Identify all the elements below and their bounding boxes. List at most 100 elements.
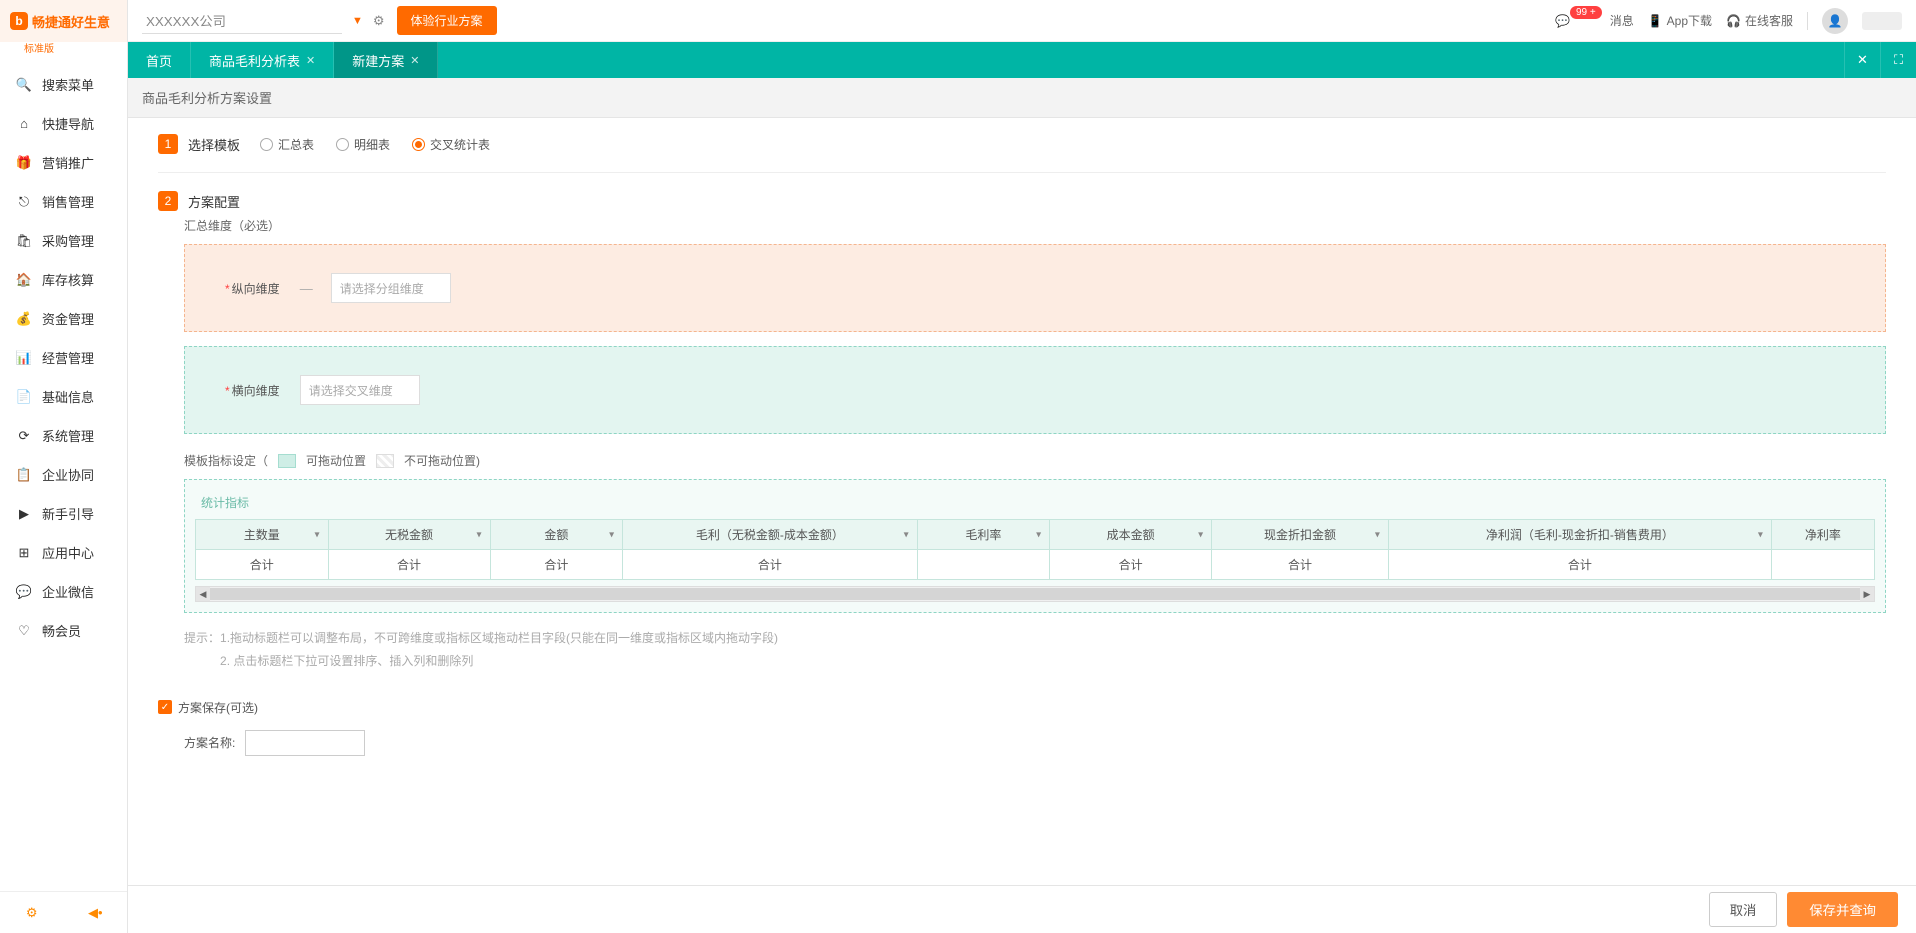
chevron-down-icon[interactable]: ▾ (315, 529, 320, 540)
chevron-down-icon[interactable]: ▾ (904, 529, 909, 540)
sidebar-item-6[interactable]: 💰资金管理 (0, 299, 127, 338)
topbar: ▼ ⚙ 体验行业方案 💬 99 + 消息 📱 App下载 🎧 在线客服 � (128, 0, 1916, 42)
vertical-dimension-select[interactable]: 请选择分组维度 (331, 273, 451, 303)
bag-icon: 🛍 (16, 233, 32, 249)
team-icon: 📋 (16, 467, 32, 483)
gear-icon: ⚙ (26, 905, 38, 921)
sidebar-item-8[interactable]: 📄基础信息 (0, 377, 127, 416)
sidebar-item-0[interactable]: 🔍搜索菜单 (0, 65, 127, 104)
tabs-bar: 首页商品毛利分析表✕新建方案✕ ✕ ⛶ (128, 42, 1916, 78)
sum-cell-8 (1771, 550, 1874, 580)
horizontal-dimension-select[interactable]: 请选择交叉维度 (300, 375, 420, 405)
refresh-icon: ⟳ (16, 428, 32, 444)
tab-expand-button[interactable]: ⛶ (1880, 42, 1916, 78)
message-badge: 99 + (1570, 6, 1602, 19)
company-settings-icon[interactable]: ⚙ (373, 13, 385, 29)
save-scheme-label: 方案保存(可选) (178, 699, 258, 716)
column-header-5[interactable]: 成本金额▾ (1050, 520, 1212, 550)
template-radio-2[interactable]: 交叉统计表 (412, 136, 490, 153)
collapse-button[interactable]: ◀• (64, 892, 128, 933)
tips: 提示：1.拖动标题栏可以调整布局，不可跨维度或指标区域拖动栏目字段(只能在同一维… (184, 627, 1886, 673)
vip-icon: ♡ (16, 623, 32, 639)
column-header-1[interactable]: 无税金额▾ (328, 520, 490, 550)
tab-close-icon[interactable]: ✕ (410, 54, 419, 67)
legend-nondraggable-icon (376, 454, 394, 468)
template-radio-1[interactable]: 明细表 (336, 136, 390, 153)
scheme-name-input[interactable] (245, 730, 365, 756)
column-header-2[interactable]: 金额▾ (490, 520, 623, 550)
footer: 取消 保存并查询 (128, 885, 1916, 933)
logo[interactable]: b 畅捷通好生意 (0, 0, 127, 42)
column-header-8[interactable]: 净利率 (1771, 520, 1874, 550)
industry-cta-button[interactable]: 体验行业方案 (397, 6, 497, 35)
column-header-3[interactable]: 毛利（无税金额-成本金额）▾ (623, 520, 918, 550)
tab-1[interactable]: 商品毛利分析表✕ (191, 42, 334, 78)
settings-button[interactable]: ⚙ (0, 892, 64, 933)
sidebar-item-12[interactable]: ⊞应用中心 (0, 533, 127, 572)
horizontal-dimension-box: *横向维度 请选择交叉维度 (184, 346, 1886, 434)
sidebar-item-10[interactable]: 📋企业协同 (0, 455, 127, 494)
scroll-left-button[interactable]: ◀ (196, 587, 210, 601)
step-1-label: 选择模板 (188, 135, 240, 154)
money-icon: 💰 (16, 311, 32, 327)
column-header-4[interactable]: 毛利率▾ (917, 520, 1050, 550)
cancel-button[interactable]: 取消 (1709, 892, 1778, 927)
sidebar-item-13[interactable]: 💬企业微信 (0, 572, 127, 611)
chevron-down-icon[interactable]: ▾ (1375, 529, 1380, 540)
mobile-icon: 📱 (1648, 14, 1663, 28)
stats-table: 主数量▾无税金额▾金额▾毛利（无税金额-成本金额）▾毛利率▾成本金额▾现金折扣金… (195, 519, 1875, 580)
horizontal-scrollbar[interactable]: ◀ ▶ (195, 586, 1875, 602)
home-icon: ⌂ (16, 116, 32, 132)
legend-row: 模板指标设定（ 可拖动位置 不可拖动位置) (184, 452, 1886, 469)
collapse-icon: ◀• (88, 905, 103, 921)
tab-close-icon[interactable]: ✕ (306, 54, 315, 67)
scroll-thumb[interactable] (210, 588, 1860, 600)
app-download-link[interactable]: 📱 App下载 (1648, 12, 1712, 29)
stats-title: 统计指标 (195, 494, 1875, 511)
tab-2[interactable]: 新建方案✕ (334, 42, 438, 78)
save-query-button[interactable]: 保存并查询 (1787, 892, 1898, 927)
sidebar-item-7[interactable]: 📊经营管理 (0, 338, 127, 377)
sum-cell-7: 合计 (1388, 550, 1771, 580)
save-scheme-checkbox[interactable]: ✓ (158, 700, 172, 714)
vertical-dimension-box: *纵向维度 — 请选择分组维度 (184, 244, 1886, 332)
sidebar-item-5[interactable]: 🏠库存核算 (0, 260, 127, 299)
step-2-label: 方案配置 (188, 192, 240, 211)
avatar[interactable]: 👤 (1822, 8, 1848, 34)
logo-edition: 标准版 (0, 40, 127, 55)
company-select[interactable] (142, 8, 342, 34)
sidebar-item-9[interactable]: ⟳系统管理 (0, 416, 127, 455)
step-1-badge: 1 (158, 134, 178, 154)
template-radio-0[interactable]: 汇总表 (260, 136, 314, 153)
step-2-badge: 2 (158, 191, 178, 211)
messages-link[interactable]: 💬 99 + 消息 (1555, 12, 1634, 29)
sidebar-item-11[interactable]: ▶新手引导 (0, 494, 127, 533)
warehouse-icon: 🏠 (16, 272, 32, 288)
sum-cell-4 (917, 550, 1050, 580)
app-icon: ⊞ (16, 545, 32, 561)
user-name[interactable] (1862, 12, 1902, 30)
message-icon: 💬 (1555, 14, 1570, 28)
chevron-down-icon[interactable]: ▾ (477, 529, 482, 540)
chevron-down-icon[interactable]: ▾ (1036, 529, 1041, 540)
headset-icon: 🎧 (1726, 14, 1741, 28)
scroll-right-button[interactable]: ▶ (1860, 587, 1874, 601)
scheme-name-label: 方案名称: (184, 734, 235, 751)
chevron-down-icon[interactable]: ▾ (1198, 529, 1203, 540)
sidebar-item-14[interactable]: ♡畅会员 (0, 611, 127, 650)
radio-icon (260, 138, 273, 151)
column-header-0[interactable]: 主数量▾ (196, 520, 329, 550)
column-header-6[interactable]: 现金折扣金额▾ (1212, 520, 1389, 550)
tab-0[interactable]: 首页 (128, 42, 191, 78)
column-header-7[interactable]: 净利润（毛利-现金折扣-销售费用）▾ (1388, 520, 1771, 550)
tab-close-active-button[interactable]: ✕ (1844, 42, 1880, 78)
sidebar-item-3[interactable]: ⎋销售管理 (0, 182, 127, 221)
chevron-down-icon[interactable]: ▾ (609, 529, 614, 540)
support-link[interactable]: 🎧 在线客服 (1726, 12, 1793, 29)
sidebar-item-2[interactable]: 🎁营销推广 (0, 143, 127, 182)
chevron-down-icon[interactable]: ▼ (352, 15, 363, 27)
sidebar-item-1[interactable]: ⌂快捷导航 (0, 104, 127, 143)
logo-text: 畅捷通好生意 (32, 12, 110, 31)
sidebar-item-4[interactable]: 🛍采购管理 (0, 221, 127, 260)
chevron-down-icon[interactable]: ▾ (1758, 529, 1763, 540)
